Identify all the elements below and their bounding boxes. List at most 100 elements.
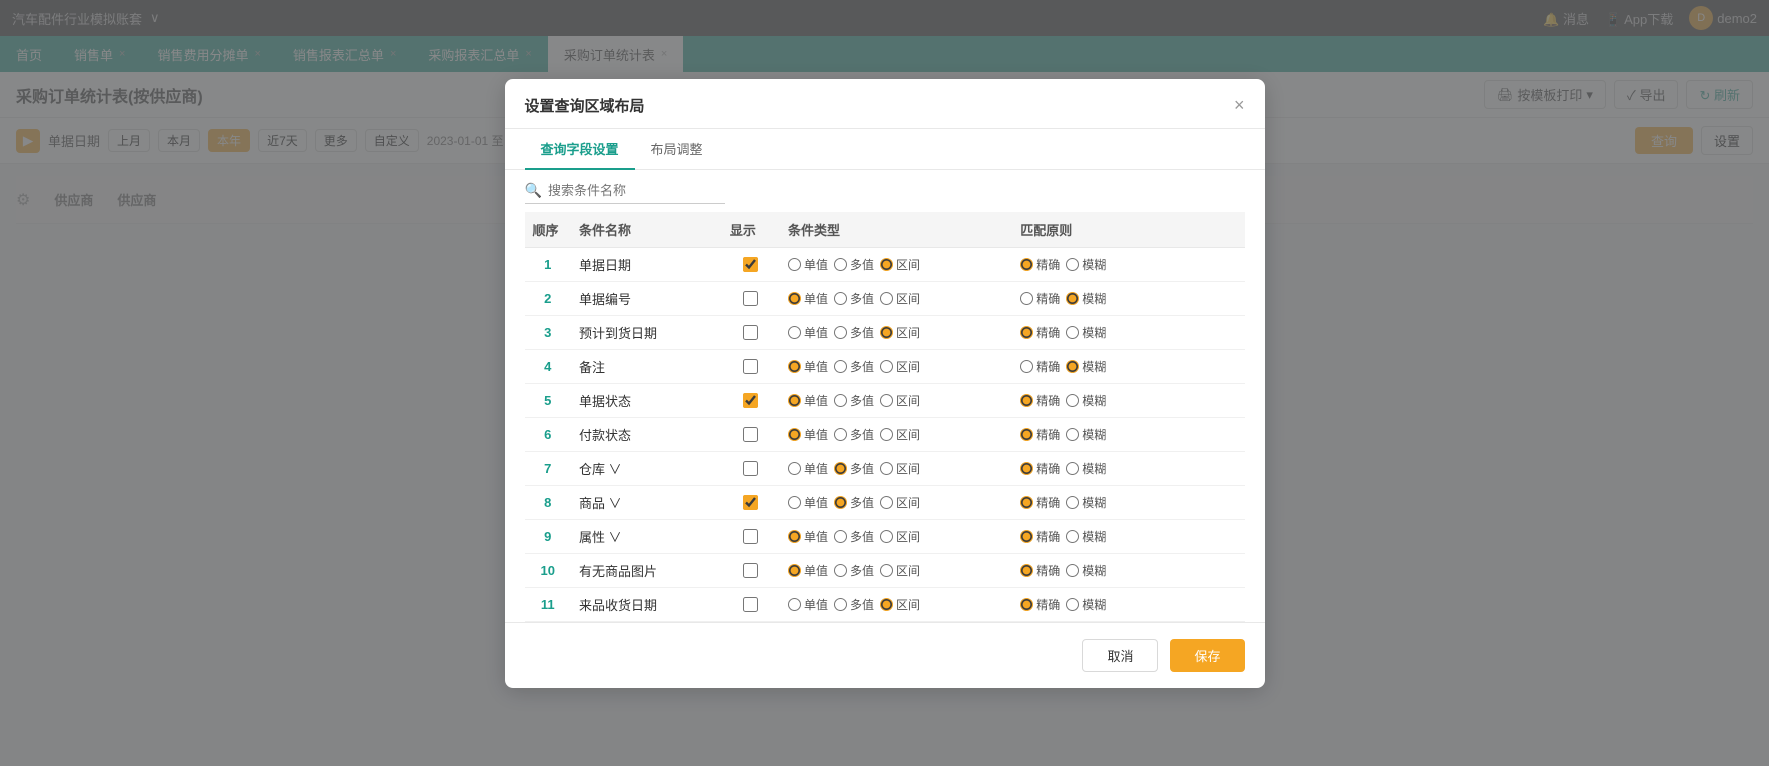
cell-match: 精确模糊 [1012,281,1244,315]
table-row: 2单据编号单值多值区间精确模糊 [525,281,1245,315]
dialog-header: 设置查询区域布局 × [505,79,1265,129]
show-checkbox[interactable] [743,257,758,272]
cell-order: 10 [525,553,571,587]
match-radio-精确[interactable] [1020,326,1033,339]
match-radio-模糊[interactable] [1066,258,1079,271]
match-radio-精确[interactable] [1020,530,1033,543]
cell-order: 9 [525,519,571,553]
type-radio-区间[interactable] [880,530,893,543]
match-radio-模糊[interactable] [1066,326,1079,339]
match-radio-精确[interactable] [1020,428,1033,441]
match-radio-模糊[interactable] [1066,360,1079,373]
type-radio-多值[interactable] [834,326,847,339]
th-type: 条件类型 [780,212,1012,248]
th-show: 显示 [722,212,780,248]
cell-match: 精确模糊 [1012,485,1244,519]
dialog-search-area: 🔍 [505,170,1265,212]
cell-name: 单据状态 [571,383,722,417]
type-radio-单值[interactable] [788,598,801,611]
match-radio-模糊[interactable] [1066,462,1079,475]
modal-overlay: 设置查询区域布局 × 查询字段设置 布局调整 🔍 顺序 [0,0,1769,766]
show-checkbox[interactable] [743,325,758,340]
show-checkbox[interactable] [743,393,758,408]
search-input[interactable] [548,183,725,198]
cell-type: 单值多值区间 [780,247,1012,281]
show-checkbox[interactable] [743,597,758,612]
type-radio-多值[interactable] [834,564,847,577]
tab-query-fields[interactable]: 查询字段设置 [525,129,635,170]
type-radio-多值[interactable] [834,360,847,373]
show-checkbox[interactable] [743,359,758,374]
match-radio-模糊[interactable] [1066,496,1079,509]
type-radio-单值[interactable] [788,564,801,577]
cell-type: 单值多值区间 [780,553,1012,587]
table-row: 1单据日期单值多值区间精确模糊 [525,247,1245,281]
type-radio-区间[interactable] [880,326,893,339]
search-icon: 🔍 [525,182,542,199]
type-radio-区间[interactable] [880,292,893,305]
type-radio-区间[interactable] [880,462,893,475]
save-button[interactable]: 保存 [1170,639,1244,672]
cell-order: 7 [525,451,571,485]
type-radio-多值[interactable] [834,496,847,509]
show-checkbox[interactable] [743,495,758,510]
match-radio-精确[interactable] [1020,564,1033,577]
type-radio-多值[interactable] [834,258,847,271]
cell-name: 单据编号 [571,281,722,315]
type-radio-多值[interactable] [834,530,847,543]
match-radio-精确[interactable] [1020,462,1033,475]
show-checkbox[interactable] [743,529,758,544]
show-checkbox[interactable] [743,291,758,306]
config-table: 顺序 条件名称 显示 条件类型 匹配原则 1单据日期单值多值区间精确模糊2单据编… [505,212,1265,622]
dialog-close-button[interactable]: × [1234,95,1245,116]
cell-show [722,247,780,281]
type-radio-单值[interactable] [788,360,801,373]
cell-match: 精确模糊 [1012,417,1244,451]
match-radio-模糊[interactable] [1066,292,1079,305]
table-row: 8商品 ∨单值多值区间精确模糊 [525,485,1245,519]
cell-show [722,315,780,349]
type-radio-区间[interactable] [880,428,893,441]
type-radio-单值[interactable] [788,462,801,475]
type-radio-单值[interactable] [788,394,801,407]
match-radio-模糊[interactable] [1066,598,1079,611]
type-radio-多值[interactable] [834,598,847,611]
type-radio-区间[interactable] [880,258,893,271]
cell-order: 5 [525,383,571,417]
match-radio-精确[interactable] [1020,394,1033,407]
match-radio-模糊[interactable] [1066,394,1079,407]
cell-name: 有无商品图片 [571,553,722,587]
type-radio-单值[interactable] [788,496,801,509]
match-radio-模糊[interactable] [1066,564,1079,577]
type-radio-单值[interactable] [788,258,801,271]
match-radio-精确[interactable] [1020,292,1033,305]
match-radio-精确[interactable] [1020,258,1033,271]
type-radio-单值[interactable] [788,326,801,339]
match-radio-精确[interactable] [1020,496,1033,509]
show-checkbox[interactable] [743,461,758,476]
type-radio-单值[interactable] [788,530,801,543]
type-radio-多值[interactable] [834,462,847,475]
type-radio-区间[interactable] [880,564,893,577]
show-checkbox[interactable] [743,563,758,578]
type-radio-单值[interactable] [788,292,801,305]
type-radio-多值[interactable] [834,292,847,305]
type-radio-单值[interactable] [788,428,801,441]
type-radio-区间[interactable] [880,598,893,611]
type-radio-区间[interactable] [880,394,893,407]
cell-order: 2 [525,281,571,315]
type-radio-区间[interactable] [880,496,893,509]
cell-type: 单值多值区间 [780,587,1012,621]
show-checkbox[interactable] [743,427,758,442]
dialog-tabs: 查询字段设置 布局调整 [505,129,1265,170]
type-radio-多值[interactable] [834,428,847,441]
tab-layout-adjust[interactable]: 布局调整 [635,129,719,170]
type-radio-区间[interactable] [880,360,893,373]
match-radio-模糊[interactable] [1066,428,1079,441]
match-radio-精确[interactable] [1020,598,1033,611]
cancel-button[interactable]: 取消 [1082,639,1158,672]
cell-name: 来品收货日期 [571,587,722,621]
type-radio-多值[interactable] [834,394,847,407]
match-radio-精确[interactable] [1020,360,1033,373]
match-radio-模糊[interactable] [1066,530,1079,543]
